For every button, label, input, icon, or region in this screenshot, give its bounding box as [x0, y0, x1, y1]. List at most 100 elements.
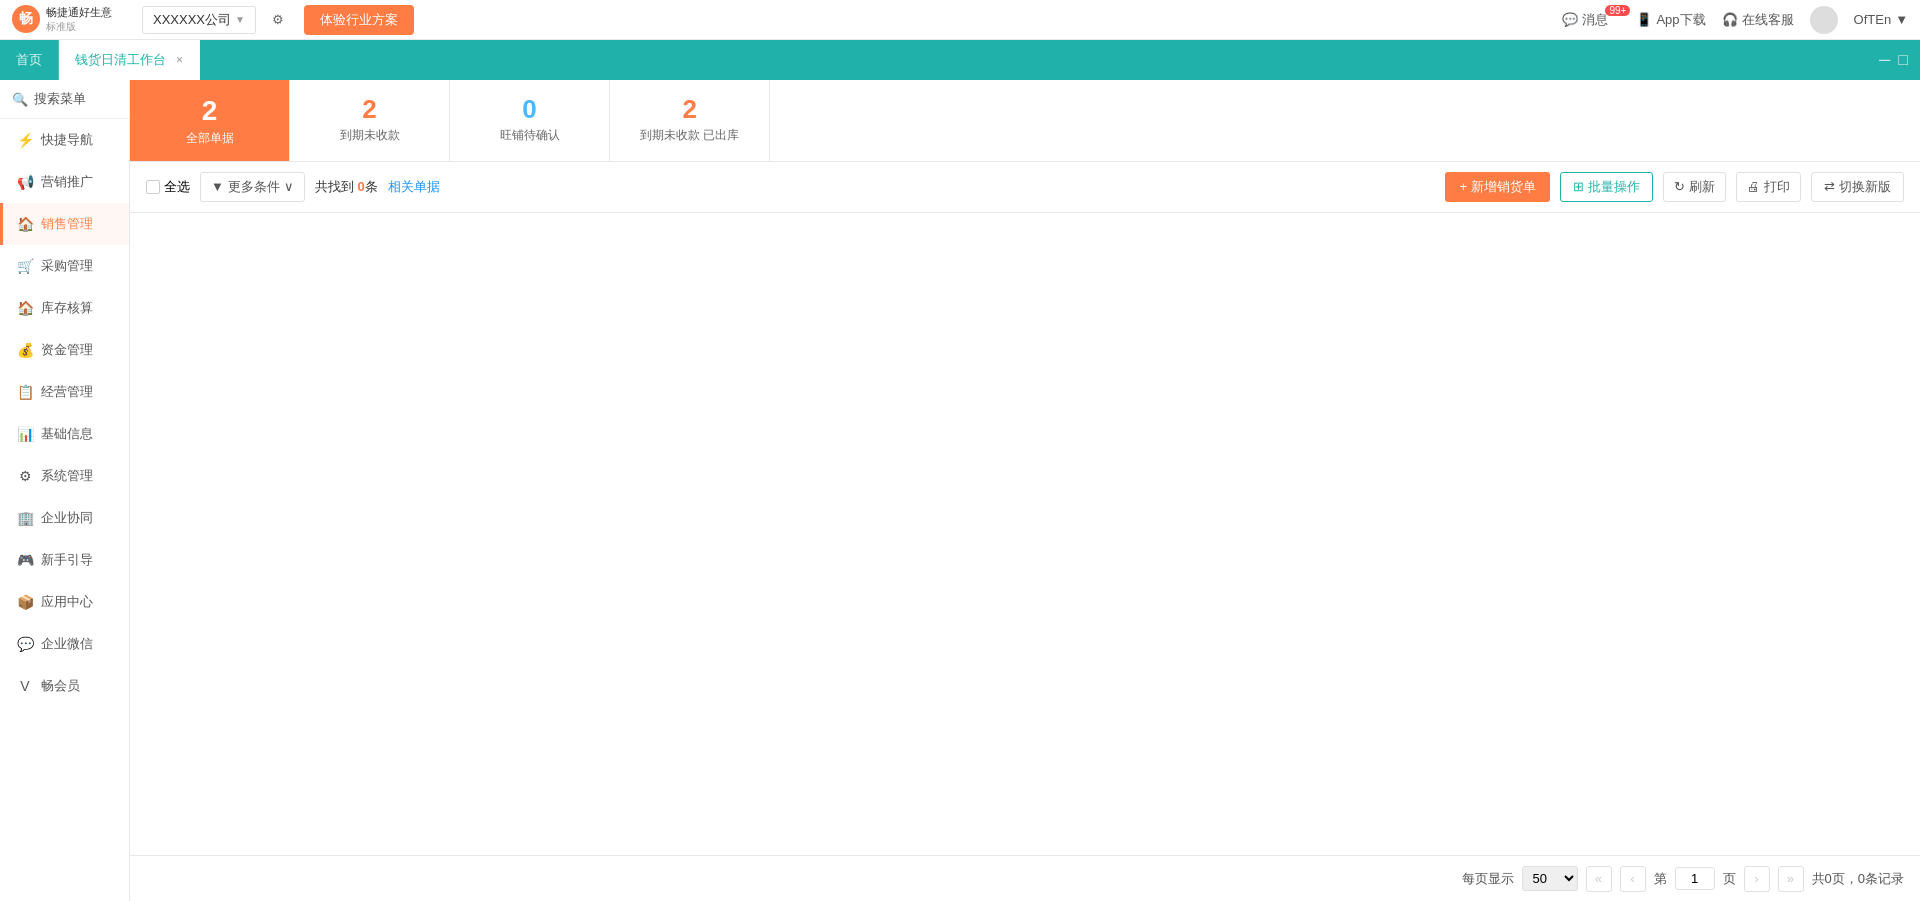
toolbar-left: 全选 ▼ 更多条件 ∨ 共找到 0条 相关单据 — [146, 172, 1433, 202]
sidebar-label: 库存核算 — [41, 299, 93, 317]
sidebar-item-inventory[interactable]: 🏠 库存核算 — [0, 287, 129, 329]
sidebar-item-wechat[interactable]: 💬 企业微信 — [0, 623, 129, 665]
next-page-button[interactable]: › — [1744, 866, 1770, 892]
avatar[interactable] — [1810, 6, 1838, 34]
batch-label: 批量操作 — [1588, 178, 1640, 196]
tab-close-icon[interactable]: × — [176, 53, 183, 67]
home-tab-label: 首页 — [16, 51, 42, 69]
batch-operation-button[interactable]: ⊞ 批量操作 — [1560, 172, 1653, 202]
service-icon: 🎧 — [1722, 12, 1738, 27]
maximize-icon[interactable]: □ — [1898, 51, 1908, 69]
refresh-icon: ↻ — [1674, 179, 1685, 194]
stat-card-all[interactable]: 2 全部单据 — [130, 80, 290, 161]
last-page-button[interactable]: » — [1778, 866, 1804, 892]
print-icon: 🖨 — [1747, 179, 1760, 194]
sidebar-label: 经营管理 — [41, 383, 93, 401]
sidebar-item-operations[interactable]: 📋 经营管理 — [0, 371, 129, 413]
sidebar-label: 企业协同 — [41, 509, 93, 527]
stat-card-pending[interactable]: 0 旺铺待确认 — [450, 80, 610, 161]
marketing-icon: 📢 — [17, 174, 33, 190]
count-text: 共找到 0条 — [315, 178, 378, 196]
message-label: 消息 — [1582, 11, 1608, 29]
sidebar-item-finance[interactable]: 💰 资金管理 — [0, 329, 129, 371]
switch-version-button[interactable]: ⇄ 切换新版 — [1811, 172, 1904, 202]
related-records-link[interactable]: 相关单据 — [388, 178, 440, 196]
stat-cards: 2 全部单据 2 到期未收款 0 旺铺待确认 2 到期未收款 已出库 — [130, 80, 1920, 162]
sidebar-item-purchase[interactable]: 🛒 采购管理 — [0, 245, 129, 287]
tabs-bar-actions: ─ □ — [1879, 40, 1920, 80]
refresh-button[interactable]: ↻ 刷新 — [1663, 172, 1726, 202]
trial-button[interactable]: 体验行业方案 — [304, 5, 414, 35]
logo-text-block: 畅捷通好生意 标准版 — [46, 5, 112, 33]
online-service-button[interactable]: 🎧 在线客服 — [1722, 11, 1794, 29]
per-page-label: 每页显示 — [1462, 870, 1514, 888]
stat-label-overdue: 到期未收款 — [320, 127, 419, 144]
inventory-icon: 🏠 — [17, 300, 33, 316]
search-icon: 🔍 — [12, 92, 28, 107]
sidebar-item-enterprise[interactable]: 🏢 企业协同 — [0, 497, 129, 539]
settings-button[interactable]: ⚙ — [264, 6, 292, 34]
toolbar: 全选 ▼ 更多条件 ∨ 共找到 0条 相关单据 + 新增销货单 ⊞ — [130, 162, 1920, 213]
select-all-checkbox[interactable]: 全选 — [146, 178, 190, 196]
sidebar-item-member[interactable]: V 畅会员 — [0, 665, 129, 707]
sidebar-item-app-center[interactable]: 📦 应用中心 — [0, 581, 129, 623]
filter-button[interactable]: ▼ 更多条件 ∨ — [200, 172, 305, 202]
system-icon: ⚙ — [17, 468, 33, 484]
sidebar-item-quick-nav[interactable]: ⚡ 快捷导航 — [0, 119, 129, 161]
tab-label: 钱货日清工作台 — [75, 51, 166, 69]
stat-value-all: 2 — [160, 94, 259, 128]
count-number: 0 — [358, 179, 365, 194]
stat-label-pending: 旺铺待确认 — [480, 127, 579, 144]
print-button[interactable]: 🖨 打印 — [1736, 172, 1801, 202]
sidebar-item-sales[interactable]: 🏠 销售管理 — [0, 203, 129, 245]
sidebar-label: 快捷导航 — [41, 131, 93, 149]
content-area: 2 全部单据 2 到期未收款 0 旺铺待确认 2 到期未收款 已出库 全选 — [130, 80, 1920, 901]
company-selector[interactable]: XXXXXX公司 ▼ — [142, 6, 256, 34]
minimize-icon[interactable]: ─ — [1879, 51, 1890, 69]
select-all-label: 全选 — [164, 178, 190, 196]
sidebar-label: 营销推广 — [41, 173, 93, 191]
app-download-button[interactable]: 📱 App下载 — [1636, 11, 1705, 29]
page-prefix: 第 — [1654, 870, 1667, 888]
pagination: 每页显示 50 100 200 « ‹ 第 页 › » 共0页，0条记录 — [130, 855, 1920, 901]
per-page-select[interactable]: 50 100 200 — [1522, 866, 1578, 891]
wechat-icon: 💬 — [17, 636, 33, 652]
batch-icon: ⊞ — [1573, 179, 1584, 194]
search-menu-button[interactable]: 🔍 搜索菜单 — [0, 80, 129, 119]
tabs-bar: 首页 钱货日清工作台 × ─ □ — [0, 40, 1920, 80]
switch-icon: ⇄ — [1824, 179, 1835, 194]
tab-qianghuo[interactable]: 钱货日清工作台 × — [59, 40, 200, 80]
switch-label: 切换新版 — [1839, 178, 1891, 196]
stat-card-overdue[interactable]: 2 到期未收款 — [290, 80, 450, 161]
messages-button[interactable]: 💬 消息 99+ — [1562, 11, 1620, 29]
basic-info-icon: 📊 — [17, 426, 33, 442]
filter-chevron-icon: ∨ — [284, 179, 294, 194]
main-layout: 🔍 搜索菜单 ⚡ 快捷导航 📢 营销推广 🏠 销售管理 🛒 采购管理 🏠 库存核… — [0, 80, 1920, 901]
app-center-icon: 📦 — [17, 594, 33, 610]
page-number-input[interactable] — [1675, 867, 1715, 890]
refresh-label: 刷新 — [1689, 178, 1715, 196]
enterprise-icon: 🏢 — [17, 510, 33, 526]
add-sale-button[interactable]: + 新增销货单 — [1445, 172, 1550, 202]
search-menu-label: 搜索菜单 — [34, 90, 86, 108]
sidebar-label: 资金管理 — [41, 341, 93, 359]
logo: 畅 畅捷通好生意 标准版 — [12, 5, 142, 33]
prev-page-button[interactable]: ‹ — [1620, 866, 1646, 892]
tab-home[interactable]: 首页 — [0, 40, 59, 80]
stat-card-overdue-out[interactable]: 2 到期未收款 已出库 — [610, 80, 770, 161]
sidebar-item-guide[interactable]: 🎮 新手引导 — [0, 539, 129, 581]
sidebar-label: 销售管理 — [41, 215, 93, 233]
sidebar-item-basic-info[interactable]: 📊 基础信息 — [0, 413, 129, 455]
stat-label-all: 全部单据 — [160, 130, 259, 147]
sidebar-item-system[interactable]: ⚙ 系统管理 — [0, 455, 129, 497]
top-bar: 畅 畅捷通好生意 标准版 XXXXXX公司 ▼ ⚙ 体验行业方案 💬 消息 99… — [0, 0, 1920, 40]
finance-icon: 💰 — [17, 342, 33, 358]
logo-icon: 畅 — [12, 5, 40, 33]
first-page-button[interactable]: « — [1586, 866, 1612, 892]
logo-sub: 标准版 — [46, 20, 112, 34]
app-icon: 📱 — [1636, 12, 1652, 27]
member-icon: V — [17, 678, 33, 694]
username[interactable]: OfTEn ▼ — [1854, 12, 1908, 27]
print-label: 打印 — [1764, 178, 1790, 196]
sidebar-item-marketing[interactable]: 📢 营销推广 — [0, 161, 129, 203]
